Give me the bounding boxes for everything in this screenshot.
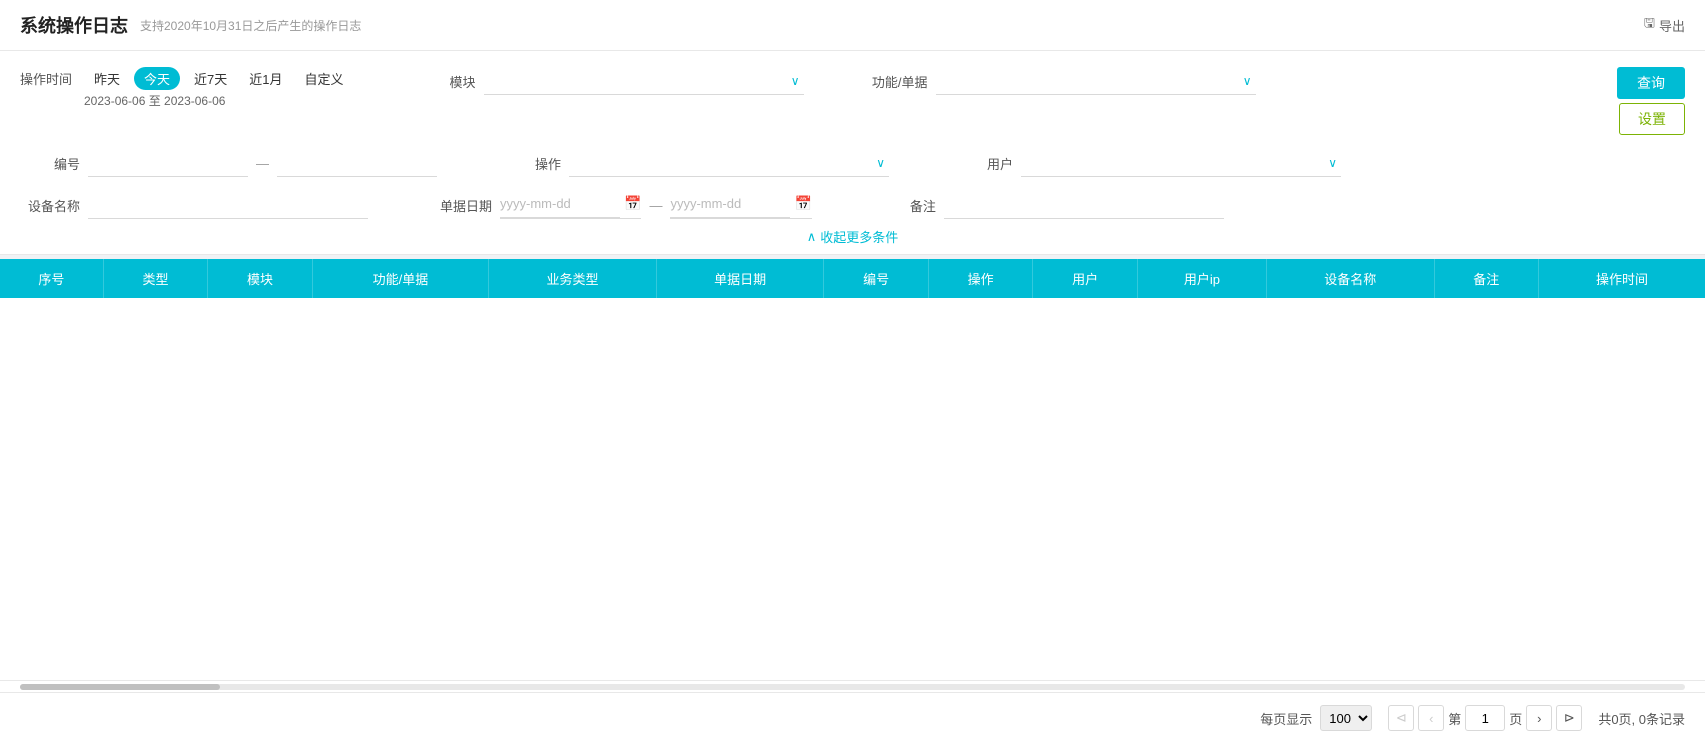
- collapse-label: 收起更多条件: [820, 227, 898, 246]
- time-btn-yesterday[interactable]: 昨天: [86, 67, 128, 90]
- time-btn-custom[interactable]: 自定义: [297, 67, 352, 90]
- time-btn-today[interactable]: 今天: [134, 67, 180, 90]
- last-page-button[interactable]: ⊳: [1556, 705, 1582, 731]
- col-operation: 操作: [928, 259, 1032, 298]
- scroll-track: [20, 684, 1685, 690]
- module-label: 模块: [416, 72, 476, 91]
- function-select-wrapper: ∨: [936, 67, 1256, 95]
- collapse-bar[interactable]: ∧ 收起更多条件: [0, 219, 1705, 255]
- col-remark: 备注: [1434, 259, 1538, 298]
- time-label: 操作时间: [20, 69, 72, 88]
- device-label: 设备名称: [20, 196, 80, 215]
- function-label: 功能/单据: [868, 72, 928, 91]
- col-device-name: 设备名称: [1266, 259, 1434, 298]
- doc-date-label: 单据日期: [432, 196, 492, 215]
- pagination-area: 每页显示 100 20 50 200 ⊲ ‹ 第 页 › ⊳ 共0页, 0条记录: [0, 692, 1705, 743]
- module-select[interactable]: [484, 73, 804, 88]
- function-select[interactable]: [936, 73, 1256, 88]
- remark-input[interactable]: [944, 191, 1224, 219]
- total-label: 共0页, 0条记录: [1598, 709, 1685, 728]
- module-select-wrapper: ∨: [484, 67, 804, 95]
- user-label: 用户: [953, 154, 1013, 173]
- page-suffix-label: 页: [1509, 709, 1522, 728]
- per-page-select[interactable]: 100 20 50 200: [1320, 705, 1372, 731]
- col-seq: 序号: [0, 259, 103, 298]
- time-range-display: 2023-06-06 至 2023-06-06: [84, 94, 225, 108]
- col-module: 模块: [208, 259, 312, 298]
- per-page-label: 每页显示: [1260, 709, 1312, 728]
- user-select-wrapper: ∨: [1021, 149, 1341, 177]
- table-area: 序号 类型 模块 功能/单据 业务类型 单据日期 编号 操作 用户 用户ip 设…: [0, 259, 1705, 680]
- query-button[interactable]: 查询: [1617, 67, 1685, 99]
- device-input[interactable]: [88, 191, 368, 219]
- time-btn-7days[interactable]: 近7天: [186, 67, 235, 90]
- calendar-end-icon[interactable]: 📅: [794, 195, 811, 212]
- col-type: 类型: [103, 259, 207, 298]
- export-label: 导出: [1659, 16, 1685, 35]
- pagination-nav: ⊲ ‹ 第 页 › ⊳: [1388, 705, 1582, 731]
- page-number-input[interactable]: [1465, 705, 1505, 731]
- date-dash: —: [649, 198, 662, 213]
- code-end-input[interactable]: [277, 149, 437, 177]
- data-table: 序号 类型 模块 功能/单据 业务类型 单据日期 编号 操作 用户 用户ip 设…: [0, 259, 1705, 298]
- col-function: 功能/单据: [312, 259, 488, 298]
- export-icon: 🖫: [1644, 14, 1655, 36]
- doc-date-end-input[interactable]: [670, 190, 790, 218]
- col-user: 用户: [1033, 259, 1137, 298]
- first-page-button[interactable]: ⊲: [1388, 705, 1414, 731]
- page-title: 系统操作日志: [20, 12, 128, 38]
- col-code: 编号: [824, 259, 928, 298]
- export-button[interactable]: 🖫 导出: [1644, 14, 1685, 36]
- operation-select-wrapper: ∨: [569, 149, 889, 177]
- user-select[interactable]: [1021, 155, 1341, 170]
- code-label: 编号: [20, 154, 80, 173]
- calendar-start-icon[interactable]: 📅: [624, 195, 641, 212]
- col-biz-type: 业务类型: [489, 259, 657, 298]
- code-start-input[interactable]: [88, 149, 248, 177]
- action-buttons: 查询 设置: [1617, 67, 1685, 135]
- scroll-area[interactable]: [0, 680, 1705, 692]
- collapse-up-icon: ∧: [807, 229, 817, 245]
- operation-label: 操作: [501, 154, 561, 173]
- col-doc-date: 单据日期: [656, 259, 824, 298]
- operation-select[interactable]: [569, 155, 889, 170]
- page-subtitle: 支持2020年10月31日之后产生的操作日志: [140, 17, 361, 34]
- time-options: 昨天 今天 近7天 近1月 自定义: [86, 67, 352, 90]
- doc-date-start-input[interactable]: [500, 190, 620, 218]
- remark-label: 备注: [876, 196, 936, 215]
- time-btn-1month[interactable]: 近1月: [241, 67, 290, 90]
- col-op-time: 操作时间: [1539, 259, 1705, 298]
- next-page-button[interactable]: ›: [1526, 705, 1552, 731]
- prev-page-button[interactable]: ‹: [1418, 705, 1444, 731]
- scroll-thumb: [20, 684, 220, 690]
- page-prefix-label: 第: [1448, 709, 1461, 728]
- table-header-row: 序号 类型 模块 功能/单据 业务类型 单据日期 编号 操作 用户 用户ip 设…: [0, 259, 1705, 298]
- settings-button[interactable]: 设置: [1619, 103, 1685, 135]
- col-user-ip: 用户ip: [1137, 259, 1266, 298]
- code-dash: —: [256, 156, 269, 171]
